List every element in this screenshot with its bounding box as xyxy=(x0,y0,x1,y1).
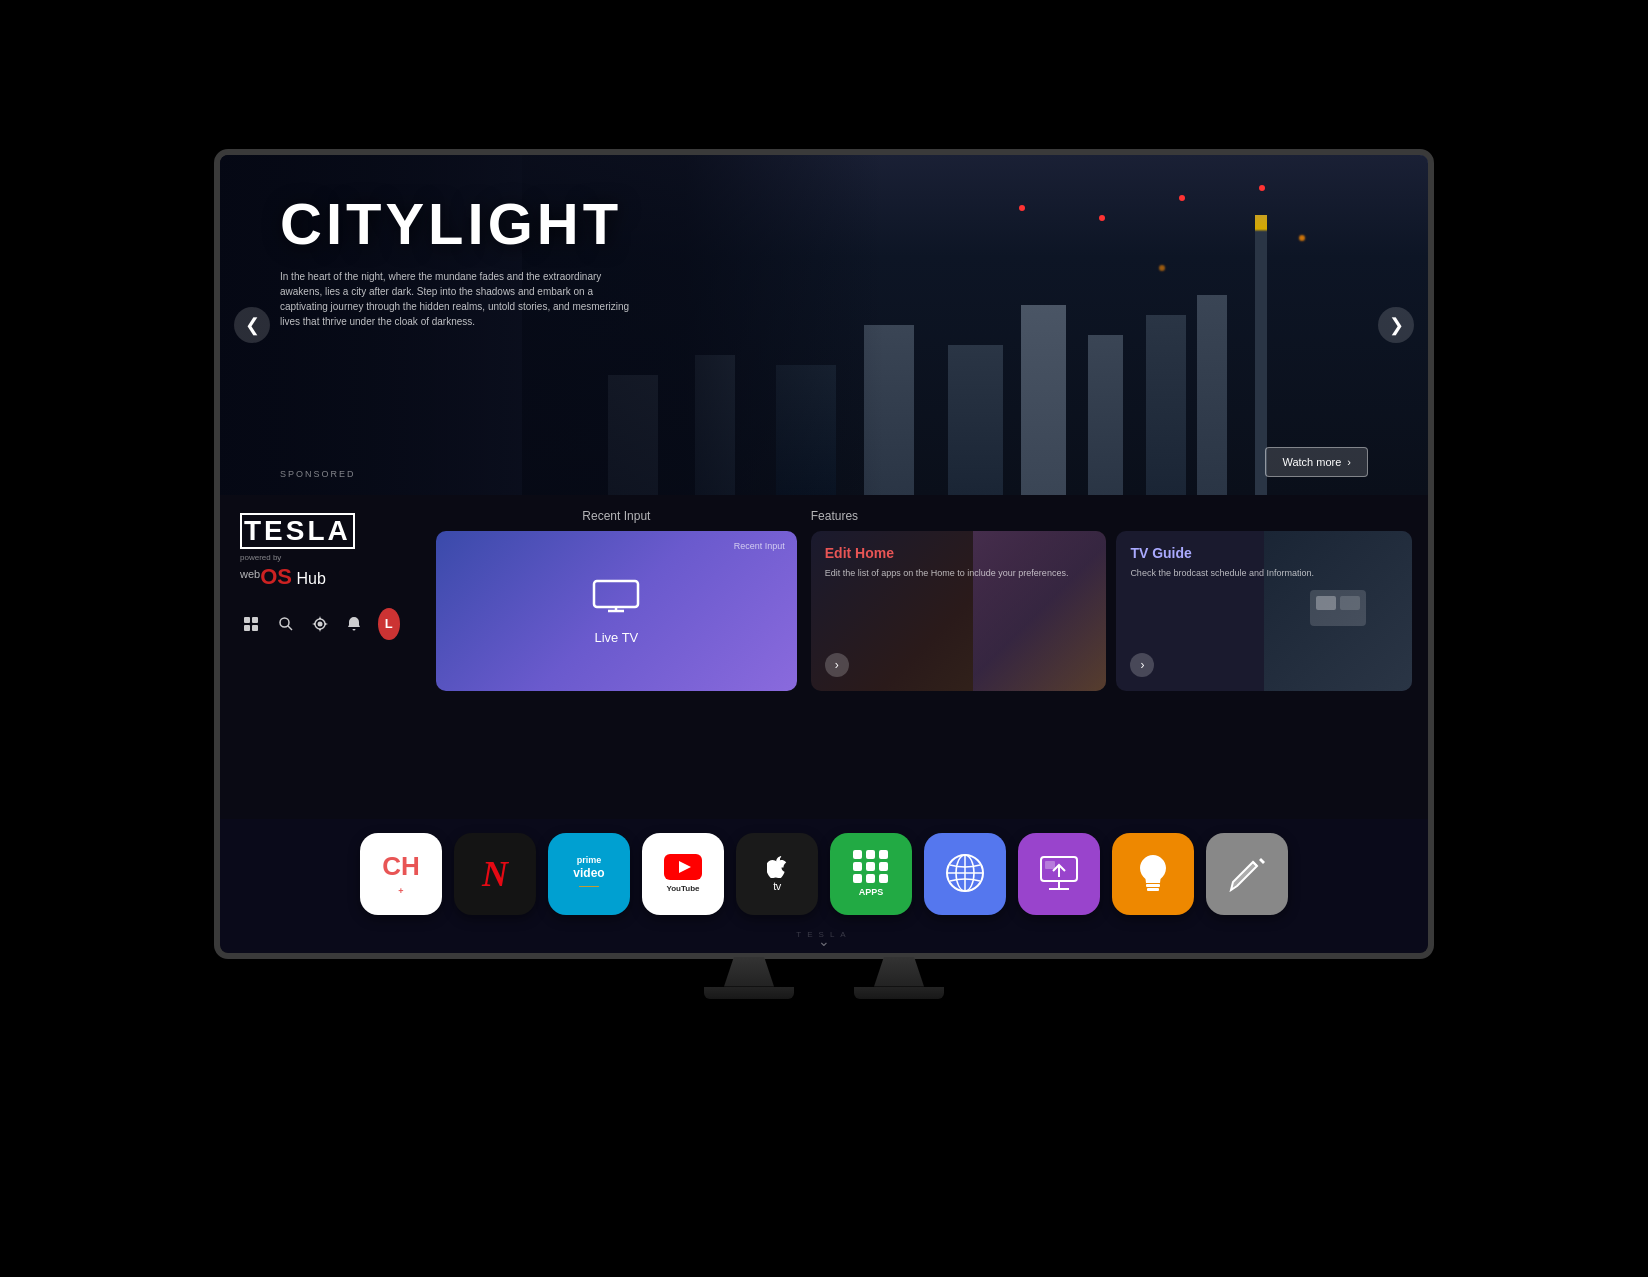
svg-rect-25 xyxy=(1147,888,1159,891)
channelplus-icon: CH xyxy=(382,851,420,882)
app-apple-tv[interactable]: tv xyxy=(736,833,818,915)
app-notes[interactable] xyxy=(1206,833,1288,915)
svg-line-5 xyxy=(288,626,292,630)
user-avatar[interactable]: L xyxy=(378,608,400,640)
main-content: Recent Input Recent Input xyxy=(420,495,1428,819)
tesla-logo-text: TESLA xyxy=(240,513,355,549)
webos-hub-logo: webOS Hub xyxy=(240,564,400,590)
prime-arrow-icon: —— xyxy=(573,880,604,892)
tesla-bottom-logo: TESLA xyxy=(796,930,851,939)
recent-input-section: Recent Input Recent Input xyxy=(436,509,797,805)
web-text: web xyxy=(240,567,260,579)
svg-rect-9 xyxy=(594,581,638,607)
stand-feet xyxy=(704,987,944,999)
prev-slide-button[interactable]: ❮ xyxy=(234,307,270,343)
svg-rect-0 xyxy=(244,617,250,623)
watch-more-button[interactable]: Watch more › xyxy=(1265,447,1368,477)
prime-video-text: video xyxy=(573,866,604,880)
screenshare-icon xyxy=(1039,855,1079,893)
sponsored-label: SPONSORED xyxy=(280,469,356,479)
sidebar: TESLA powered by webOS Hub xyxy=(220,495,420,819)
bottom-area: TESLA powered by webOS Hub xyxy=(220,495,1428,819)
tv-outer: ❮ CITYLIGHT In the heart of the night, w… xyxy=(184,149,1464,1129)
hero-content: CITYLIGHT In the heart of the night, whe… xyxy=(280,195,630,329)
tv-screen: ❮ CITYLIGHT In the heart of the night, w… xyxy=(220,155,1428,953)
tv-guide-card[interactable]: TV Guide Check the brodcast schedule and… xyxy=(1116,531,1412,691)
apps-label: APPS xyxy=(859,887,884,897)
hero-description: In the heart of the night, where the mun… xyxy=(280,269,630,329)
stand-foot-left xyxy=(704,987,794,999)
tips-icon xyxy=(1136,853,1170,895)
prime-text: prime xyxy=(573,855,604,866)
tv-stand xyxy=(704,959,944,999)
netflix-icon: N xyxy=(482,853,508,895)
browser-icon xyxy=(945,853,985,895)
channelplus-label: + xyxy=(398,886,403,896)
hero-title: CITYLIGHT xyxy=(280,195,630,253)
app-screenshare[interactable] xyxy=(1018,833,1100,915)
apple-tv-icon: tv xyxy=(767,856,787,892)
apple-tv-label: tv xyxy=(773,880,781,892)
app-youtube[interactable]: YouTube xyxy=(642,833,724,915)
svg-point-8 xyxy=(318,621,323,626)
recent-input-label: Recent Input xyxy=(436,509,797,523)
svg-rect-23 xyxy=(1045,861,1055,869)
stand-leg-right xyxy=(874,957,924,987)
sidebar-icon-notifications[interactable] xyxy=(343,608,365,640)
tv-guide-content: TV Guide Check the brodcast schedule and… xyxy=(1116,531,1412,691)
svg-rect-3 xyxy=(252,625,258,631)
edit-home-content: Edit Home Edit the list of apps on the H… xyxy=(811,531,1107,691)
app-channelplus[interactable]: CH + xyxy=(360,833,442,915)
app-apps[interactable]: APPS xyxy=(830,833,912,915)
os-text: OS xyxy=(260,564,292,589)
recent-input-card[interactable]: Recent Input Live TV xyxy=(436,531,797,691)
app-tips[interactable] xyxy=(1112,833,1194,915)
sidebar-icons-row: L xyxy=(240,608,400,640)
arrow-right-icon: ❯ xyxy=(1389,314,1404,336)
watch-more-label: Watch more xyxy=(1282,456,1341,468)
avatar-letter: L xyxy=(385,616,393,631)
sidebar-icon-settings[interactable] xyxy=(309,608,331,640)
notes-icon xyxy=(1229,854,1265,894)
stand-leg-left xyxy=(724,957,774,987)
watch-more-arrow-icon: › xyxy=(1347,456,1351,468)
next-slide-button[interactable]: ❯ xyxy=(1378,307,1414,343)
arrow-left-icon: ❮ xyxy=(245,314,260,336)
sidebar-icon-dashboard[interactable] xyxy=(240,608,262,640)
edit-home-description: Edit the list of apps on the Home to inc… xyxy=(825,567,1093,653)
app-netflix[interactable]: N xyxy=(454,833,536,915)
youtube-icon xyxy=(664,854,702,880)
powered-by-label: powered by xyxy=(240,553,400,562)
svg-point-4 xyxy=(280,618,289,627)
sections-row: Recent Input Recent Input xyxy=(436,509,1412,805)
app-prime-video[interactable]: prime video —— xyxy=(548,833,630,915)
live-tv-icon xyxy=(592,577,640,622)
tesla-logo: TESLA xyxy=(240,513,400,549)
features-grid: Edit Home Edit the list of apps on the H… xyxy=(811,531,1412,691)
hub-text: Hub xyxy=(292,570,326,587)
svg-rect-24 xyxy=(1146,884,1160,887)
tv-frame: ❮ CITYLIGHT In the heart of the night, w… xyxy=(214,149,1434,959)
edit-home-title: Edit Home xyxy=(825,545,1093,561)
recent-input-card-label: Recent Input xyxy=(734,541,785,551)
live-tv-label: Live TV xyxy=(594,630,638,645)
sidebar-icon-search[interactable] xyxy=(274,608,296,640)
edit-home-arrow[interactable]: › xyxy=(825,653,849,677)
youtube-label: YouTube xyxy=(666,884,699,893)
tv-guide-arrow[interactable]: › xyxy=(1130,653,1154,677)
tv-guide-description: Check the brodcast schedule and Informat… xyxy=(1130,567,1398,653)
hero-banner: ❮ CITYLIGHT In the heart of the night, w… xyxy=(220,155,1428,495)
prime-content: prime video —— xyxy=(573,855,604,892)
app-browser[interactable] xyxy=(924,833,1006,915)
svg-rect-2 xyxy=(244,625,250,631)
svg-rect-1 xyxy=(252,617,258,623)
apps-row: CH + N prime video —— xyxy=(220,819,1428,929)
tv-guide-title: TV Guide xyxy=(1130,545,1398,561)
apps-grid-icon xyxy=(853,850,889,883)
features-section-label: Features xyxy=(811,509,1412,523)
edit-home-card[interactable]: Edit Home Edit the list of apps on the H… xyxy=(811,531,1107,691)
stand-foot-right xyxy=(854,987,944,999)
features-section: Features Edit Home Edit the list of apps… xyxy=(811,509,1412,805)
